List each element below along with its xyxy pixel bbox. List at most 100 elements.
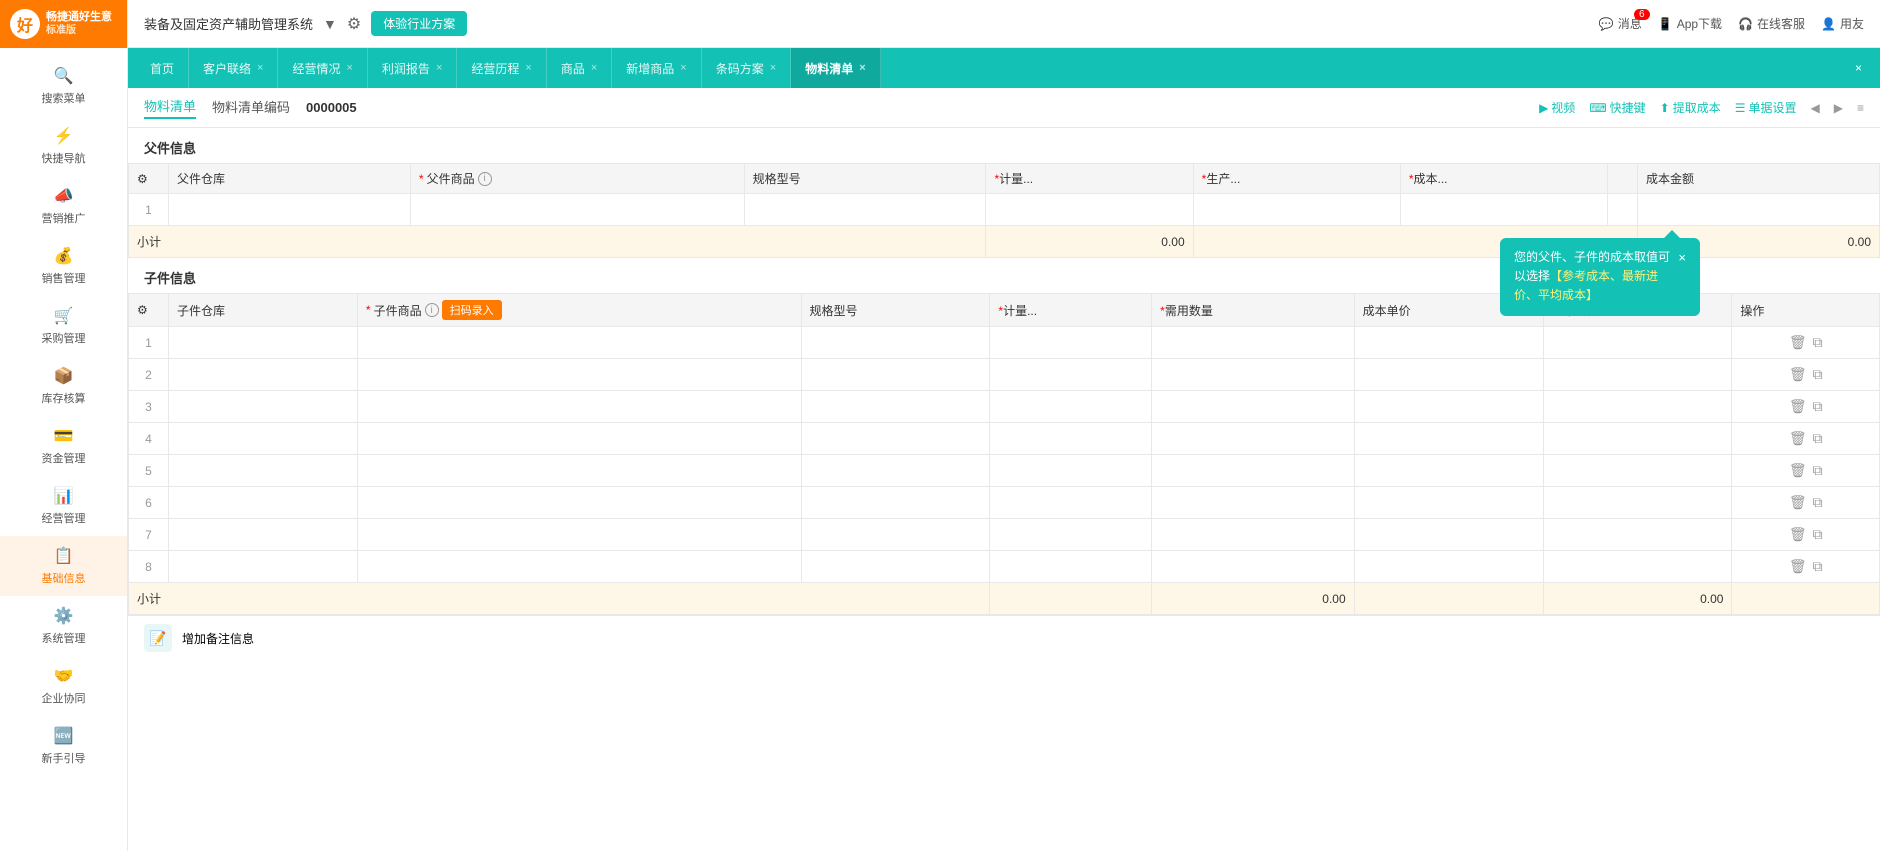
delete-row7-btn[interactable]: 🗑 bbox=[1789, 526, 1807, 543]
single-settings-btn[interactable]: ☰ 单据设置 bbox=[1735, 99, 1797, 116]
sub-tab-bom[interactable]: 物料清单 bbox=[144, 96, 196, 119]
sidebar-item-finance[interactable]: 💳 资金管理 bbox=[0, 416, 127, 476]
tab-home[interactable]: 首页 bbox=[136, 48, 189, 88]
sidebar-item-sales[interactable]: 💰 销售管理 bbox=[0, 236, 127, 296]
tooltip-close-btn[interactable]: × bbox=[1678, 248, 1686, 269]
sub-tab-code-label: 物料清单编码 bbox=[212, 97, 290, 118]
sidebar-item-guide[interactable]: 🆕 新手引导 bbox=[0, 716, 127, 776]
copy-row1-btn[interactable]: ⧉ bbox=[1813, 334, 1823, 351]
child-row1-unit-cost[interactable] bbox=[1354, 327, 1543, 359]
nav-menu-btn[interactable]: ≡ bbox=[1857, 101, 1864, 115]
tab-history[interactable]: 经营历程 × bbox=[457, 48, 546, 88]
parent-col-sort bbox=[1608, 164, 1638, 194]
copy-row2-btn[interactable]: ⧉ bbox=[1813, 366, 1823, 383]
tab-customers[interactable]: 客户联络 × bbox=[189, 48, 278, 88]
video-btn[interactable]: ▶ 视频 bbox=[1539, 99, 1575, 116]
nav-next-btn[interactable]: ▶ bbox=[1834, 101, 1843, 115]
sidebar-logo: 好 畅捷通好生意 标准版 bbox=[0, 0, 127, 48]
child-product-info-icon[interactable]: i bbox=[425, 303, 439, 317]
child-row1-unit[interactable] bbox=[990, 327, 1152, 359]
delete-row1-btn[interactable]: 🗑 bbox=[1789, 334, 1807, 351]
add-note-label[interactable]: 增加备注信息 bbox=[182, 630, 254, 647]
logo-icon: 好 bbox=[10, 9, 40, 39]
sidebar-marketing-label: 营销推广 bbox=[42, 210, 86, 226]
copy-row4-btn[interactable]: ⧉ bbox=[1813, 430, 1823, 447]
child-col-product: *子件商品 i 扫码录入 bbox=[357, 294, 801, 327]
tab-profit-close[interactable]: × bbox=[436, 62, 442, 74]
delete-row5-btn[interactable]: 🗑 bbox=[1789, 462, 1807, 479]
add-note-icon[interactable]: 📝 bbox=[144, 624, 172, 652]
parent-col-cost-amount: 成本金额 bbox=[1638, 164, 1880, 194]
sidebar-item-quicknav[interactable]: ⚡ 快捷导航 bbox=[0, 116, 127, 176]
child-col-settings[interactable]: ⚙ bbox=[129, 294, 169, 327]
tab-bom-close[interactable]: × bbox=[859, 62, 865, 74]
tab-new-goods-close[interactable]: × bbox=[680, 62, 686, 74]
user-menu-button[interactable]: 👤 用友 bbox=[1821, 15, 1864, 32]
parent-row-warehouse[interactable] bbox=[169, 194, 411, 226]
scan-input-btn[interactable]: 扫码录入 bbox=[442, 300, 502, 320]
child-row1-spec[interactable] bbox=[801, 327, 990, 359]
copy-row5-btn[interactable]: ⧉ bbox=[1813, 462, 1823, 479]
nav-prev-btn[interactable]: ◀ bbox=[1811, 101, 1820, 115]
parent-row-cost[interactable] bbox=[1400, 194, 1607, 226]
parent-col-cost: *成本... bbox=[1400, 164, 1607, 194]
tab-barcode[interactable]: 条码方案 × bbox=[702, 48, 791, 88]
table-row: 6 🗑⧉ bbox=[129, 487, 1880, 519]
copy-row7-btn[interactable]: ⧉ bbox=[1813, 526, 1823, 543]
sidebar-system-label: 系统管理 bbox=[42, 630, 86, 646]
sidebar-item-inventory[interactable]: 📦 库存核算 bbox=[0, 356, 127, 416]
tab-operations[interactable]: 经营情况 × bbox=[278, 48, 367, 88]
delete-row8-btn[interactable]: 🗑 bbox=[1789, 558, 1807, 575]
close-all-tabs[interactable]: × bbox=[1845, 61, 1872, 75]
copy-row8-btn[interactable]: ⧉ bbox=[1813, 558, 1823, 575]
tab-goods-close[interactable]: × bbox=[591, 62, 597, 74]
tab-customers-close[interactable]: × bbox=[257, 62, 263, 74]
copy-row6-btn[interactable]: ⧉ bbox=[1813, 494, 1823, 511]
delete-row2-btn[interactable]: 🗑 bbox=[1789, 366, 1807, 383]
tab-profit[interactable]: 利润报告 × bbox=[368, 48, 457, 88]
sidebar-item-basic[interactable]: 📋 基础信息 bbox=[0, 536, 127, 596]
child-row1-qty[interactable] bbox=[1152, 327, 1354, 359]
parent-row-production[interactable] bbox=[1193, 194, 1400, 226]
sidebar-item-marketing[interactable]: 📣 营销推广 bbox=[0, 176, 127, 236]
tab-new-goods[interactable]: 新增商品 × bbox=[612, 48, 701, 88]
tab-barcode-close[interactable]: × bbox=[770, 62, 776, 74]
table-row: 2 🗑⧉ bbox=[129, 359, 1880, 391]
child-subtotal-label: 小计 bbox=[129, 583, 990, 615]
sidebar-item-collab[interactable]: 🤝 企业协同 bbox=[0, 656, 127, 716]
sidebar-item-search[interactable]: 🔍 搜索菜单 bbox=[0, 56, 127, 116]
child-subtotal-qty: 0.00 bbox=[1152, 583, 1354, 615]
header-left: 装备及固定资产辅助管理系统 ▼ ⚙ 体验行业方案 bbox=[144, 11, 467, 36]
sidebar-item-operations[interactable]: 📊 经营管理 bbox=[0, 476, 127, 536]
copy-row3-btn[interactable]: ⧉ bbox=[1813, 398, 1823, 415]
tab-goods[interactable]: 商品 × bbox=[547, 48, 612, 88]
table-row: 1 bbox=[129, 194, 1880, 226]
shortcut-btn[interactable]: ⌨ 快捷键 bbox=[1589, 99, 1645, 116]
parent-col-production: *生产... bbox=[1193, 164, 1400, 194]
delete-row6-btn[interactable]: 🗑 bbox=[1789, 494, 1807, 511]
tooltip-box: × 您的父件、子件的成本取值可以选择【参考成本、最新进价、平均成本】 bbox=[1500, 238, 1700, 316]
sidebar-item-purchase[interactable]: 🛒 采购管理 bbox=[0, 296, 127, 356]
parent-row-unit[interactable] bbox=[986, 194, 1193, 226]
tab-history-close[interactable]: × bbox=[525, 62, 531, 74]
child-row1-product[interactable] bbox=[357, 327, 801, 359]
tab-bom[interactable]: 物料清单 × bbox=[791, 48, 880, 88]
online-service-button[interactable]: 🎧 在线客服 bbox=[1738, 15, 1805, 32]
parent-col-settings[interactable]: ⚙ bbox=[129, 164, 169, 194]
app-download-button[interactable]: 📱 App下载 bbox=[1658, 15, 1722, 32]
sidebar-item-system[interactable]: ⚙️ 系统管理 bbox=[0, 596, 127, 656]
parent-row-spec[interactable] bbox=[744, 194, 986, 226]
system-dropdown-icon[interactable]: ▼ bbox=[323, 16, 337, 32]
table-row: 4 🗑⧉ bbox=[129, 423, 1880, 455]
sidebar-finance-label: 资金管理 bbox=[42, 450, 86, 466]
parent-row-product[interactable] bbox=[410, 194, 744, 226]
parent-product-info-icon[interactable]: i bbox=[478, 172, 492, 186]
delete-row3-btn[interactable]: 🗑 bbox=[1789, 398, 1807, 415]
settings-icon[interactable]: ⚙ bbox=[347, 14, 361, 34]
child-row1-warehouse[interactable] bbox=[169, 327, 358, 359]
tab-operations-close[interactable]: × bbox=[346, 62, 352, 74]
message-button[interactable]: 💬 消息 6 bbox=[1599, 15, 1642, 32]
extract-cost-btn[interactable]: ⬆ 提取成本 bbox=[1660, 99, 1721, 116]
delete-row4-btn[interactable]: 🗑 bbox=[1789, 430, 1807, 447]
try-button[interactable]: 体验行业方案 bbox=[371, 11, 467, 36]
